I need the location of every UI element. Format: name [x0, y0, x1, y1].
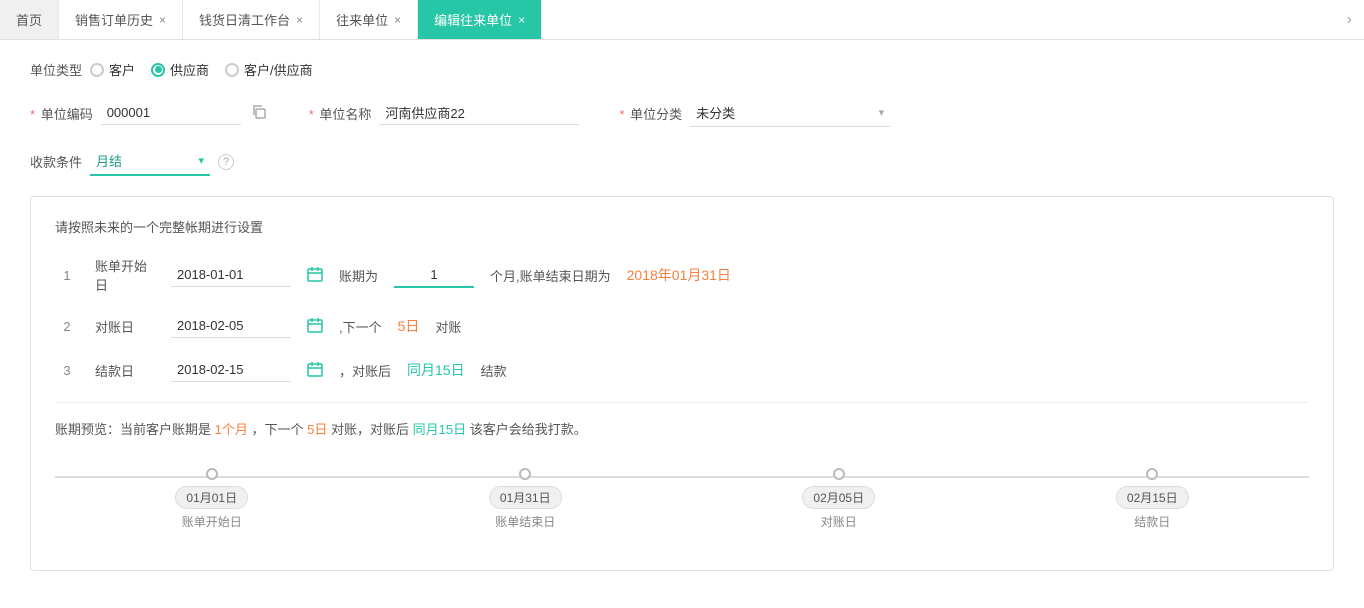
step-label-3: 结款日 — [95, 361, 155, 380]
timeline-point-3: 02月15日 结款日 — [996, 468, 1310, 530]
tab-partner[interactable]: 往来单位 × — [320, 0, 418, 39]
timeline-point-0: 01月01日 账单开始日 — [55, 468, 369, 530]
timeline-dot-0 — [206, 468, 218, 480]
step-num-2: 2 — [55, 319, 79, 334]
section-title: 请按照未来的一个完整帐期进行设置 — [55, 217, 1309, 236]
step-label-2: 对账日 — [95, 317, 155, 336]
preview-text: 账期预览：当前客户账期是 1个月 ，下一个 5日 对账，对账后 同月15日 该客… — [55, 419, 1309, 438]
timeline-items: 01月01日 账单开始日 01月31日 账单结束日 02月05日 对账日 02月… — [55, 468, 1309, 530]
close-tab-sales-history[interactable]: × — [159, 13, 166, 27]
radio-supplier[interactable]: 供应商 — [151, 60, 209, 79]
step-desc-2-suffix: 对账 — [435, 317, 461, 336]
payment-label: 收款条件 — [30, 152, 82, 171]
category-dropdown-icon: ▾ — [879, 106, 885, 119]
code-field: * 单位编码 — [30, 101, 269, 125]
radio-both[interactable]: 客户/供应商 — [225, 60, 313, 79]
timeline-date-3: 02月15日 — [1116, 486, 1189, 509]
step-desc-2-highlight: 5日 — [398, 316, 420, 336]
tab-cash-work[interactable]: 钱货日清工作台 × — [183, 0, 320, 39]
timeline-label-2: 对账日 — [821, 513, 857, 530]
calendar-icon-1[interactable] — [307, 266, 323, 285]
timeline-label-3: 结款日 — [1134, 513, 1170, 530]
tab-home[interactable]: 首页 — [0, 0, 59, 39]
step-desc-3-suffix: 结款 — [481, 361, 507, 380]
timeline-date-0: 01月01日 — [175, 486, 248, 509]
timeline-point-2: 02月05日 对账日 — [682, 468, 996, 530]
timeline-label-0: 账单开始日 — [182, 513, 242, 530]
radio-customer[interactable]: 客户 — [90, 60, 135, 79]
timeline-dot-3 — [1146, 468, 1158, 480]
preview-highlight-2: 5日 — [307, 422, 327, 437]
timeline-dot-1 — [519, 468, 531, 480]
step-date-2[interactable]: 2018-02-05 — [171, 314, 291, 338]
unit-type-field: 单位类型 客户 供应商 客户/供应商 — [30, 60, 313, 79]
step-num-1: 1 — [55, 268, 79, 283]
unit-type-row: 单位类型 客户 供应商 客户/供应商 — [30, 60, 1334, 79]
payment-value: 月结 — [96, 151, 194, 170]
close-tab-partner[interactable]: × — [394, 13, 401, 27]
timeline-date-2: 02月05日 — [802, 486, 875, 509]
category-value: 未分类 — [696, 103, 874, 122]
code-name-category-row: * 单位编码 * 单位名称 * 单位分类 未 — [30, 99, 1334, 127]
code-label: * 单位编码 — [30, 104, 93, 123]
close-tab-edit-partner[interactable]: × — [518, 13, 525, 27]
payment-select[interactable]: 月结 ▾ — [90, 147, 210, 176]
tab-more-button[interactable]: › — [1335, 11, 1364, 29]
calendar-icon-2[interactable] — [307, 317, 323, 336]
timeline-point-1: 01月31日 账单结束日 — [369, 468, 683, 530]
category-select[interactable]: 未分类 ▾ — [690, 99, 890, 127]
category-label: * 单位分类 — [619, 104, 682, 123]
name-field: * 单位名称 — [309, 101, 580, 125]
step-period-suffix: 个月,账单结束日期为 — [490, 266, 611, 285]
step-desc-2-prefix: ,下一个 — [339, 317, 382, 336]
payment-row: 收款条件 月结 ▾ ? — [30, 147, 1334, 176]
step-row-1: 1 账单开始日 2018-01-01 账期为 个月,账单结束日期为 2018年0… — [55, 256, 1309, 294]
close-tab-cash-work[interactable]: × — [296, 13, 303, 27]
payment-dropdown-icon: ▾ — [198, 154, 204, 167]
divider — [55, 402, 1309, 403]
name-label: * 单位名称 — [309, 104, 372, 123]
name-input[interactable] — [379, 101, 579, 125]
category-field: * 单位分类 未分类 ▾ — [619, 99, 890, 127]
step-desc-3-highlight: 同月15日 — [407, 360, 465, 380]
step-row-3: 3 结款日 2018-02-15 ，对账后 同月15日 结款 — [55, 358, 1309, 382]
timeline-date-1: 01月31日 — [489, 486, 562, 509]
preview-highlight-3: 同月15日 — [413, 422, 466, 437]
timeline-label-1: 账单结束日 — [495, 513, 555, 530]
code-input[interactable] — [101, 101, 241, 125]
step-num-3: 3 — [55, 363, 79, 378]
step-period-end: 2018年01月31日 — [627, 265, 731, 285]
radio-circle-customer — [90, 63, 104, 77]
copy-icon[interactable] — [249, 102, 269, 125]
unit-type-label: 单位类型 — [30, 60, 82, 79]
tab-edit-partner[interactable]: 编辑往来单位 × — [418, 0, 542, 39]
step-label-1: 账单开始日 — [95, 256, 155, 294]
tab-sales-history[interactable]: 销售订单历史 × — [59, 0, 183, 39]
timeline-dot-2 — [833, 468, 845, 480]
tab-bar: 首页 销售订单历史 × 钱货日清工作台 × 往来单位 × 编辑往来单位 × › — [0, 0, 1364, 40]
radio-group-unit-type: 客户 供应商 客户/供应商 — [90, 60, 313, 79]
help-icon[interactable]: ? — [218, 154, 234, 170]
period-input[interactable] — [394, 263, 474, 288]
step-desc-period-label: 账期为 — [339, 266, 378, 285]
main-content: 单位类型 客户 供应商 客户/供应商 * 单位编码 — [0, 40, 1364, 608]
step-date-3[interactable]: 2018-02-15 — [171, 358, 291, 382]
calendar-icon-3[interactable] — [307, 361, 323, 380]
timeline: 01月01日 账单开始日 01月31日 账单结束日 02月05日 对账日 02月… — [55, 458, 1309, 550]
payment-field: 收款条件 月结 ▾ ? — [30, 147, 234, 176]
step-row-2: 2 对账日 2018-02-05 ,下一个 5日 对账 — [55, 314, 1309, 338]
period-settings-section: 请按照未来的一个完整帐期进行设置 1 账单开始日 2018-01-01 账期为 … — [30, 196, 1334, 571]
step-date-1[interactable]: 2018-01-01 — [171, 263, 291, 287]
radio-circle-both — [225, 63, 239, 77]
preview-highlight-1: 1个月 — [215, 422, 248, 437]
radio-circle-supplier — [151, 63, 165, 77]
step-desc-3-prefix: ，对账后 — [339, 361, 391, 380]
